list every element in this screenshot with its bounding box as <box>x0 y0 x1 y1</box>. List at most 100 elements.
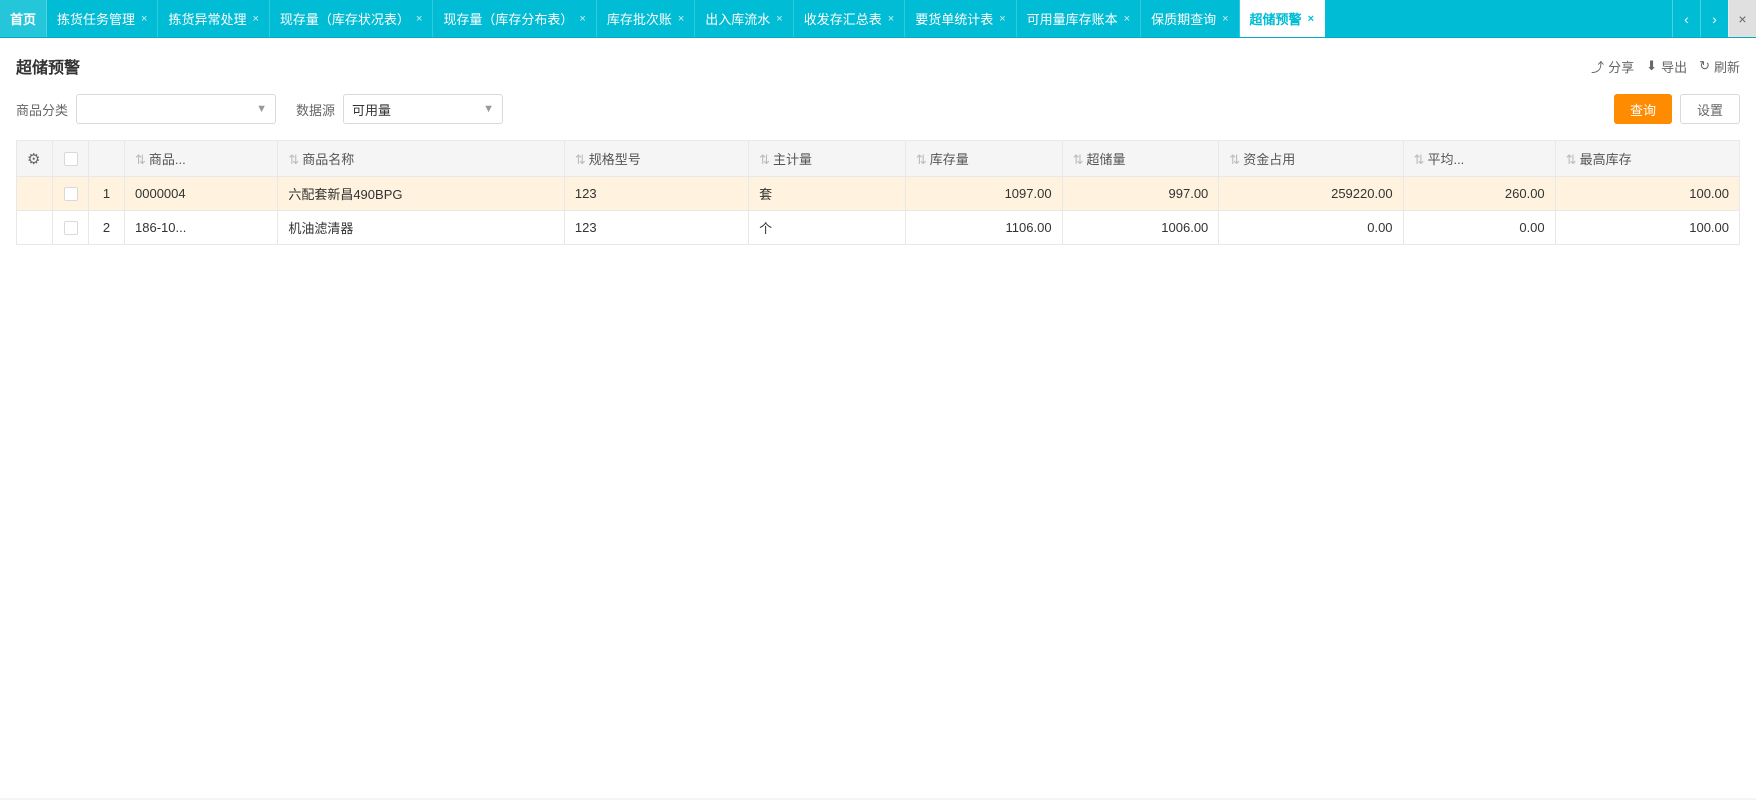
row-checkbox[interactable] <box>64 187 78 201</box>
nav-tab-close-icon[interactable]: × <box>678 13 684 25</box>
nav-tab[interactable]: 保质期查询 × <box>1141 0 1239 37</box>
nav-tab-close-icon[interactable]: × <box>1308 13 1314 25</box>
nav-tab[interactable]: 超储预警 × <box>1240 0 1325 37</box>
th-rownum <box>89 141 125 177</box>
page-content: 超储预警 ⤴ 分享 ⬇ 导出 ↻ 刷新 商品分类 ▼ 数据源 <box>0 38 1756 798</box>
td-spec: 123 <box>564 177 748 211</box>
td-capital: 0.00 <box>1219 211 1403 245</box>
header-actions: ⤴ 分享 ⬇ 导出 ↻ 刷新 <box>1591 57 1740 76</box>
td-spec: 123 <box>564 211 748 245</box>
td-over-stock: 997.00 <box>1062 177 1219 211</box>
th-settings: ⚙ <box>17 141 53 177</box>
nav-tab-label: 现存量（库存状况表） <box>280 9 410 28</box>
datasource-select-value: 可用量 <box>352 100 391 119</box>
data-table: ⚙ ⇅商品... ⇅商品名称 ⇅规格型号 ⇅主计量 <box>16 140 1740 245</box>
nav-tab-label: 拣货异常处理 <box>168 9 246 28</box>
nav-prev-arrow[interactable]: ‹ <box>1672 0 1700 38</box>
td-max-stock: 100.00 <box>1555 177 1739 211</box>
nav-tab-close-icon[interactable]: × <box>999 13 1005 25</box>
sort-icon-unit: ⇅ <box>759 152 770 167</box>
category-chevron-icon: ▼ <box>256 103 267 115</box>
th-max-stock[interactable]: ⇅最高库存 <box>1555 141 1739 177</box>
td-over-stock: 1006.00 <box>1062 211 1219 245</box>
nav-bar: 首页 拣货任务管理×拣货异常处理×现存量（库存状况表）×现存量（库存分布表）×库… <box>0 0 1756 38</box>
td-avg: 260.00 <box>1403 177 1555 211</box>
nav-tab-label: 要货单统计表 <box>915 9 993 28</box>
td-avg: 0.00 <box>1403 211 1555 245</box>
td-rownum: 2 <box>89 211 125 245</box>
nav-tab-close-icon[interactable]: × <box>416 13 422 25</box>
td-product-code: 186-10... <box>125 211 278 245</box>
nav-tab-close-icon[interactable]: × <box>776 13 782 25</box>
sort-icon-max-stock: ⇅ <box>1566 152 1577 167</box>
nav-tab[interactable]: 可用量库存账本 × <box>1017 0 1141 37</box>
filter-row: 商品分类 ▼ 数据源 可用量 ▼ 查询 设置 <box>16 94 1740 124</box>
th-product-name[interactable]: ⇅商品名称 <box>278 141 565 177</box>
nav-tab-close-icon[interactable]: × <box>579 13 585 25</box>
nav-tab[interactable]: 出入库流水 × <box>695 0 793 37</box>
datasource-filter-group: 数据源 可用量 ▼ <box>296 94 503 124</box>
page-title: 超储预警 <box>16 54 80 78</box>
nav-tab-close-icon[interactable]: × <box>141 13 147 25</box>
th-checkbox <box>53 141 89 177</box>
nav-tab[interactable]: 要货单统计表 × <box>905 0 1016 37</box>
datasource-chevron-icon: ▼ <box>483 103 494 115</box>
td-rownum: 1 <box>89 177 125 211</box>
datasource-label: 数据源 <box>296 100 335 119</box>
nav-tab-close-icon[interactable]: × <box>1222 13 1228 25</box>
nav-tab[interactable]: 收发存汇总表× <box>794 0 905 37</box>
nav-tab-close-icon[interactable]: × <box>1124 13 1130 25</box>
td-stock: 1097.00 <box>905 177 1062 211</box>
query-button[interactable]: 查询 <box>1614 94 1672 124</box>
export-button[interactable]: ⬇ 导出 <box>1646 57 1687 76</box>
page-header: 超储预警 ⤴ 分享 ⬇ 导出 ↻ 刷新 <box>16 54 1740 78</box>
nav-tab-label: 保质期查询 <box>1151 9 1216 28</box>
category-label: 商品分类 <box>16 100 68 119</box>
td-capital: 259220.00 <box>1219 177 1403 211</box>
td-max-stock: 100.00 <box>1555 211 1739 245</box>
nav-tab-label: 超储预警 <box>1250 9 1302 28</box>
sort-icon-capital: ⇅ <box>1229 152 1240 167</box>
th-avg[interactable]: ⇅平均... <box>1403 141 1555 177</box>
datasource-select[interactable]: 可用量 ▼ <box>343 94 503 124</box>
row-checkbox[interactable] <box>64 221 78 235</box>
category-select[interactable]: ▼ <box>76 94 276 124</box>
refresh-button[interactable]: ↻ 刷新 <box>1699 57 1740 76</box>
th-product-code[interactable]: ⇅商品... <box>125 141 278 177</box>
nav-tab[interactable]: 库存批次账× <box>597 0 695 37</box>
nav-tab-label: 出入库流水 <box>705 9 770 28</box>
share-button[interactable]: ⤴ 分享 <box>1591 57 1634 76</box>
table-row: 2 186-10... 机油滤清器 123 个 1106.00 1006.00 … <box>17 211 1740 245</box>
nav-tab[interactable]: 现存量（库存分布表）× <box>433 0 596 37</box>
nav-tab-label: 可用量库存账本 <box>1027 9 1118 28</box>
nav-next-arrow[interactable]: › <box>1700 0 1728 38</box>
table-header-row: ⚙ ⇅商品... ⇅商品名称 ⇅规格型号 ⇅主计量 <box>17 141 1740 177</box>
th-over-stock[interactable]: ⇅超储量 <box>1062 141 1219 177</box>
nav-tab[interactable]: 拣货异常处理 × <box>158 0 269 37</box>
settings-gear-icon[interactable]: ⚙ <box>27 151 40 168</box>
select-all-checkbox[interactable] <box>64 152 78 166</box>
th-spec[interactable]: ⇅规格型号 <box>564 141 748 177</box>
td-settings <box>17 177 53 211</box>
td-stock: 1106.00 <box>905 211 1062 245</box>
nav-tab[interactable]: 拣货任务管理 × <box>47 0 158 37</box>
nav-close-arrow[interactable]: × <box>1728 0 1756 38</box>
nav-tab[interactable]: 现存量（库存状况表） × <box>270 0 433 37</box>
category-filter-group: 商品分类 ▼ <box>16 94 276 124</box>
nav-tab-close-icon[interactable]: × <box>888 13 894 25</box>
share-icon: ⤴ <box>1591 57 1604 76</box>
td-product-name: 六配套新昌490BPG <box>278 177 565 211</box>
export-icon: ⬇ <box>1646 58 1657 74</box>
sort-icon-avg: ⇅ <box>1414 152 1425 167</box>
nav-tab-label: 拣货任务管理 <box>57 9 135 28</box>
td-unit: 套 <box>749 177 906 211</box>
nav-tab-close-icon[interactable]: × <box>252 13 258 25</box>
th-stock[interactable]: ⇅库存量 <box>905 141 1062 177</box>
td-checkbox <box>53 211 89 245</box>
nav-home[interactable]: 首页 <box>0 0 47 37</box>
sort-icon-product-name: ⇅ <box>288 152 299 167</box>
settings-button[interactable]: 设置 <box>1680 94 1740 124</box>
th-unit[interactable]: ⇅主计量 <box>749 141 906 177</box>
td-checkbox <box>53 177 89 211</box>
th-capital[interactable]: ⇅资金占用 <box>1219 141 1403 177</box>
